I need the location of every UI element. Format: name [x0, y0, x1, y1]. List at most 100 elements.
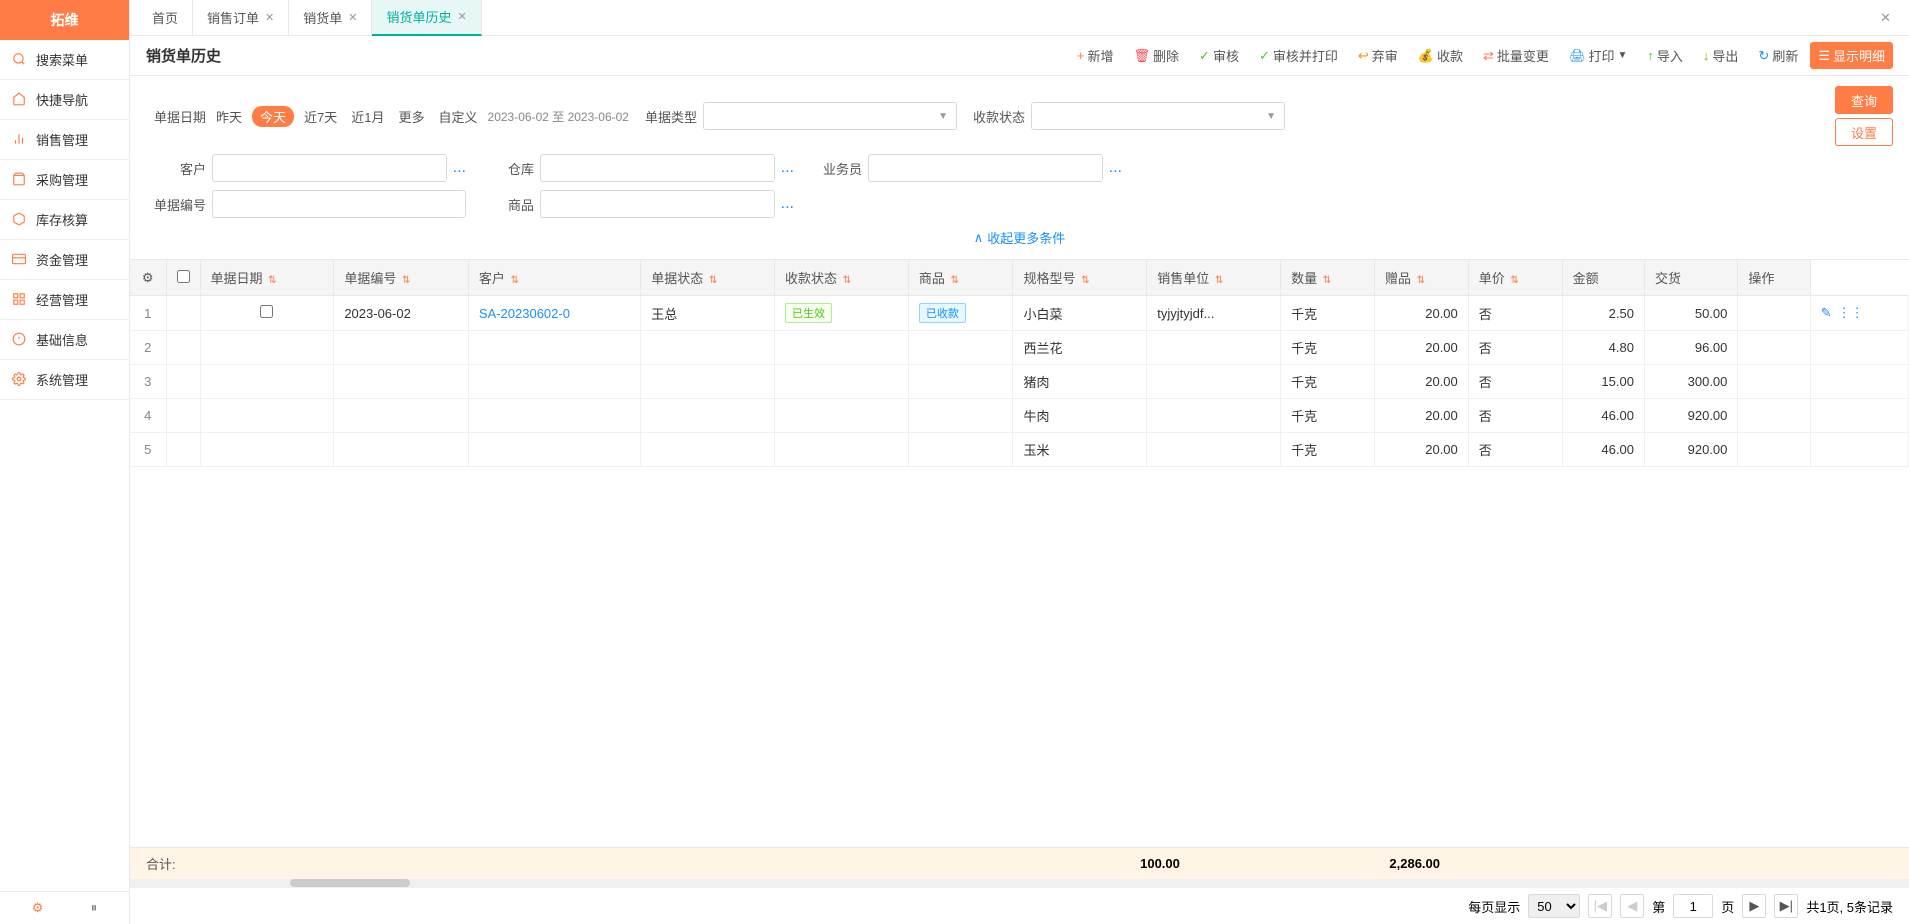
tab-sales-order[interactable]: 销售订单 ✕ [193, 0, 289, 36]
tab-sales-history-close[interactable]: ✕ [458, 10, 467, 23]
row-gift: 否 [1468, 296, 1562, 331]
row-doc-no [468, 365, 640, 399]
shortcut-custom[interactable]: 自定义 [435, 105, 482, 128]
tab-sales-delivery[interactable]: 销货单 ✕ [289, 0, 372, 36]
sidebar-item-quick-nav[interactable]: 快捷导航 [0, 80, 129, 120]
action-edit[interactable]: ✎ [1821, 305, 1832, 320]
next-page-btn[interactable]: ▶ [1742, 894, 1766, 918]
collect-label: 收款 [1437, 46, 1463, 65]
row-customer [641, 433, 775, 467]
tab-sales-history[interactable]: 销货单历史 ✕ [372, 0, 481, 36]
page-input[interactable] [1673, 894, 1713, 918]
col-unit[interactable]: 销售单位 ⇅ [1147, 260, 1281, 296]
sidebar-item-purchase[interactable]: 采购管理 [0, 160, 129, 200]
col-pay-status[interactable]: 收款状态 ⇅ [775, 260, 909, 296]
close-all-tabs[interactable]: ✕ [1870, 10, 1901, 26]
import-button[interactable]: ↑ 导入 [1639, 42, 1691, 69]
query-button[interactable]: 查询 [1835, 86, 1893, 114]
tab-sales-order-close[interactable]: ✕ [265, 11, 274, 24]
filter-row-1: 单据日期 昨天 今天 近7天 近1月 更多 自定义 2023-06-02 至 2… [146, 86, 1893, 146]
tab-sales-delivery-close[interactable]: ✕ [348, 11, 357, 24]
abandon-button[interactable]: ↩ 弃审 [1350, 42, 1406, 69]
salesperson-input[interactable] [868, 154, 1103, 182]
collapse-button[interactable]: ∧ 收起更多条件 [966, 226, 1074, 249]
customer-more[interactable]: ... [453, 159, 466, 177]
col-doc-status[interactable]: 单据状态 ⇅ [641, 260, 775, 296]
shortcut-more[interactable]: 更多 [395, 105, 429, 128]
select-all-checkbox[interactable] [177, 270, 190, 283]
customer-input[interactable] [212, 154, 447, 182]
row-num: 4 [130, 399, 166, 433]
shortcut-yesterday[interactable]: 昨天 [212, 105, 246, 128]
sidebar-item-search-menu[interactable]: 搜索菜单 [0, 40, 129, 80]
batch-change-button[interactable]: ⇄ 批量变更 [1475, 42, 1557, 69]
col-goods[interactable]: 商品 ⇅ [908, 260, 1013, 296]
col-customer[interactable]: 客户 ⇅ [468, 260, 640, 296]
sort-pay-status: ⇅ [843, 275, 851, 286]
goods-more[interactable]: ... [781, 195, 794, 213]
print-icon: 🖨 [1569, 48, 1586, 64]
horizontal-scrollbar[interactable] [130, 879, 1909, 887]
doc-type-select[interactable]: ▼ [703, 102, 957, 130]
row-checkbox[interactable] [200, 399, 334, 433]
pay-status-select[interactable]: ▼ [1031, 102, 1285, 130]
col-amount: 金额 [1562, 260, 1644, 296]
sidebar-item-inventory[interactable]: 库存核算 [0, 200, 129, 240]
new-button[interactable]: + 新增 [1069, 42, 1122, 69]
last-page-btn[interactable]: ▶| [1774, 894, 1798, 918]
date-shortcuts: 昨天 今天 近7天 近1月 更多 自定义 [212, 105, 482, 128]
sidebar-item-sales[interactable]: 销售管理 [0, 120, 129, 160]
goods-input[interactable] [540, 190, 775, 218]
tab-home[interactable]: 首页 [138, 0, 193, 36]
sidebar-item-ops[interactable]: 经营管理 [0, 280, 129, 320]
print-button[interactable]: 🖨 打印 ▼ [1561, 42, 1635, 69]
sidebar-bottom-icon2[interactable]: ⏸ [91, 900, 98, 916]
sidebar-item-basic[interactable]: 基础信息 [0, 320, 129, 360]
doc-no-link[interactable]: SA-20230602-0 [479, 306, 570, 321]
col-doc-no[interactable]: 单据编号 ⇅ [334, 260, 469, 296]
show-detail-button[interactable]: ☰ 显示明细 [1810, 42, 1893, 69]
audit-button[interactable]: ✓ 审核 [1191, 42, 1247, 69]
shortcut-7days[interactable]: 近7天 [300, 105, 341, 128]
shortcut-today[interactable]: 今天 [252, 106, 294, 127]
salesperson-more[interactable]: ... [1109, 159, 1122, 177]
set-button[interactable]: 设置 [1835, 118, 1893, 146]
sidebar-bottom-icon1[interactable]: ⚙ [32, 900, 44, 916]
row-checkbox[interactable] [200, 365, 334, 399]
col-doc-date[interactable]: 单据日期 ⇅ [200, 260, 334, 296]
export-button[interactable]: ↓ 导出 [1695, 42, 1747, 69]
docno-input[interactable] [212, 190, 466, 218]
warehouse-input[interactable] [540, 154, 775, 182]
collect-button[interactable]: 💰 收款 [1410, 42, 1471, 69]
first-page-btn[interactable]: |◀ [1588, 894, 1612, 918]
col-qty[interactable]: 数量 ⇅ [1281, 260, 1375, 296]
per-page-select[interactable]: 50 100 [1528, 894, 1580, 918]
action-more[interactable]: ⋮⋮ [1838, 305, 1864, 320]
sidebar-item-system[interactable]: 系统管理 [0, 360, 129, 400]
row-checkbox[interactable] [200, 331, 334, 365]
settings-icon: ⚙ [142, 270, 154, 285]
sidebar-item-finance[interactable]: 资金管理 [0, 240, 129, 280]
toolbar: 销货单历史 + 新增 🗑 删除 ✓ 审核 ✓ 审核并打印 ↩ 弃审 💰 收款 ⇄… [130, 36, 1909, 76]
sort-spec: ⇅ [1081, 275, 1089, 286]
warehouse-more[interactable]: ... [781, 159, 794, 177]
audit-print-button[interactable]: ✓ 审核并打印 [1251, 42, 1346, 69]
audit-icon: ✓ [1199, 48, 1210, 64]
tab-sales-history-label: 销货单历史 [386, 7, 451, 26]
filter-warehouse-group: 仓库 ... [474, 154, 794, 182]
row-select[interactable] [260, 305, 273, 318]
refresh-button[interactable]: ↻ 刷新 [1750, 42, 1806, 69]
sidebar-label-inventory: 库存核算 [36, 210, 88, 229]
col-price[interactable]: 单价 ⇅ [1468, 260, 1562, 296]
scrollbar-thumb[interactable] [290, 879, 410, 887]
row-unit: 千克 [1281, 399, 1375, 433]
row-checkbox[interactable] [200, 433, 334, 467]
col-checkbox[interactable] [166, 260, 200, 296]
delete-button[interactable]: 🗑 删除 [1126, 42, 1188, 69]
shortcut-1month[interactable]: 近1月 [347, 105, 388, 128]
col-gift[interactable]: 赠品 ⇅ [1374, 260, 1468, 296]
prev-page-btn[interactable]: ◀ [1620, 894, 1644, 918]
row-checkbox[interactable] [200, 296, 334, 331]
col-spec[interactable]: 规格型号 ⇅ [1013, 260, 1147, 296]
col-settings[interactable]: ⚙ [130, 260, 166, 296]
